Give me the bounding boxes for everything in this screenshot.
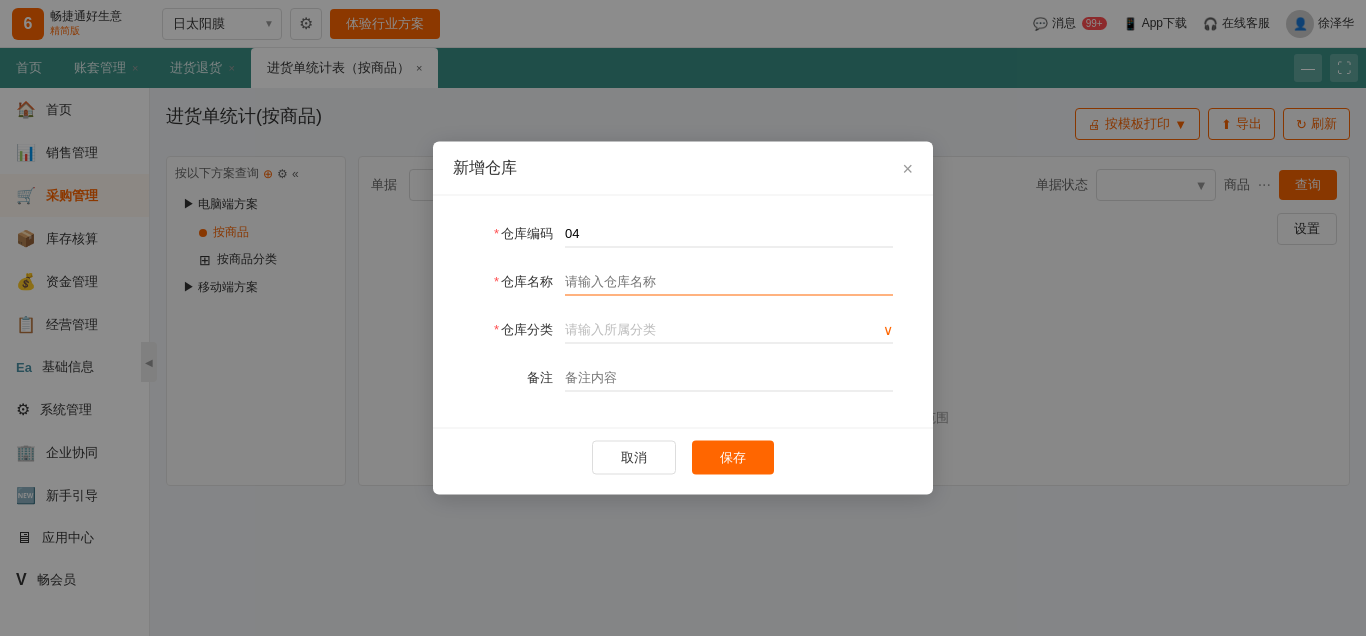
add-warehouse-dialog: 新增仓库 × 仓库编码 仓库名称 仓库分类 请输入所属分类 ∨ 备注 xyxy=(433,142,933,495)
dialog-footer: 取消 保存 xyxy=(433,428,933,495)
warehouse-code-label: 仓库编码 xyxy=(473,225,553,243)
remark-field: 备注 xyxy=(473,364,893,392)
warehouse-name-label: 仓库名称 xyxy=(473,273,553,291)
warehouse-code-input[interactable] xyxy=(565,220,893,248)
warehouse-category-select[interactable]: 请输入所属分类 xyxy=(565,316,893,344)
dialog-body: 仓库编码 仓库名称 仓库分类 请输入所属分类 ∨ 备注 xyxy=(433,196,933,428)
cancel-button[interactable]: 取消 xyxy=(592,441,676,475)
remark-input[interactable] xyxy=(565,364,893,392)
warehouse-code-field: 仓库编码 xyxy=(473,220,893,248)
dialog-title: 新增仓库 xyxy=(453,158,517,179)
warehouse-name-input[interactable] xyxy=(565,268,893,296)
dialog-close-button[interactable]: × xyxy=(902,159,913,177)
warehouse-category-label: 仓库分类 xyxy=(473,321,553,339)
warehouse-category-select-wrap: 请输入所属分类 ∨ xyxy=(565,316,893,344)
remark-label: 备注 xyxy=(473,369,553,387)
save-button[interactable]: 保存 xyxy=(692,441,774,475)
warehouse-name-field: 仓库名称 xyxy=(473,268,893,296)
warehouse-category-field: 仓库分类 请输入所属分类 ∨ xyxy=(473,316,893,344)
dialog-header: 新增仓库 × xyxy=(433,142,933,196)
